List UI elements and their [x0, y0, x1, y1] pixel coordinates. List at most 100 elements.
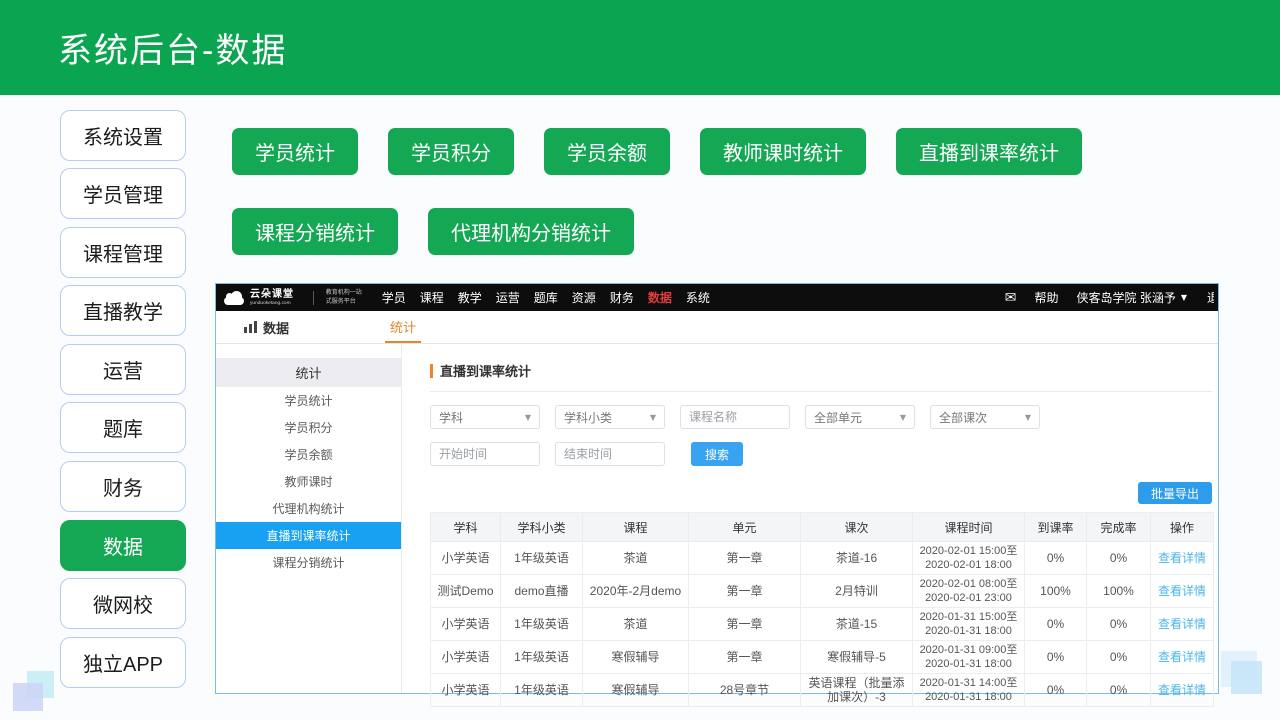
subject-subcategory-select[interactable]: 学科小类 ▼ [555, 405, 665, 429]
admin-top-nav: 云朵课堂 yunduoketang.com 教育机构一站 式服务平台 学员 课程… [216, 284, 1218, 311]
table-row: 测试Demodemo直播2020年-2月demo第一章2月特训2020-02-0… [431, 575, 1214, 608]
course-name-input[interactable] [680, 405, 790, 429]
tab-statistics[interactable]: 统计 [385, 311, 421, 343]
subject-select[interactable]: 学科 ▼ [430, 405, 540, 429]
table-cell: 茶道 [583, 542, 689, 575]
brand-tagline: 教育机构一站 式服务平台 [326, 289, 362, 305]
table-cell: 第一章 [689, 542, 801, 575]
col-course: 课程 [583, 513, 689, 542]
view-details-link[interactable]: 查看详情 [1151, 542, 1214, 575]
sidebar-item-student-management[interactable]: 学员管理 [60, 168, 186, 219]
col-course-time: 课程时间 [913, 513, 1025, 542]
table-cell: 1年级英语 [501, 674, 583, 707]
sidebar-item-system-settings[interactable]: 系统设置 [60, 110, 186, 161]
nav-teaching[interactable]: 教学 [458, 289, 482, 306]
sidebar-item-course-management[interactable]: 课程管理 [60, 227, 186, 278]
nav-finance[interactable]: 财务 [610, 289, 634, 306]
course-distribution-stats-button[interactable]: 课程分销统计 [232, 208, 398, 255]
view-details-link[interactable]: 查看详情 [1151, 674, 1214, 707]
table-header-row: 学科 学科小类 课程 单元 课次 课程时间 到课率 完成率 操作 [431, 513, 1214, 542]
sidebar-item-data[interactable]: 数据 [60, 520, 186, 571]
table-row: 小学英语1年级英语寒假辅导28号章节英语课程（批量添加课次）-32020-01-… [431, 674, 1214, 707]
stats-item-live-attendance[interactable]: 直播到课率统计 [216, 522, 401, 549]
decoration-square [1231, 661, 1262, 694]
table-cell: 寒假辅导-5 [801, 641, 913, 674]
table-cell: 2月特训 [801, 575, 913, 608]
mail-icon[interactable]: ✉ [1005, 291, 1017, 305]
student-points-button[interactable]: 学员积分 [388, 128, 514, 175]
live-attendance-stats-button[interactable]: 直播到课率统计 [896, 128, 1082, 175]
chevron-down-icon: ▼ [650, 413, 656, 422]
table-cell: 0% [1025, 542, 1087, 575]
chevron-down-icon: ▼ [525, 413, 531, 422]
table-cell: 2020-01-31 15:00至2020-01-31 18:00 [913, 608, 1025, 641]
student-stats-button[interactable]: 学员统计 [232, 128, 358, 175]
table-cell: demo直播 [501, 575, 583, 608]
sidebar-item-finance[interactable]: 财务 [60, 461, 186, 512]
nav-data[interactable]: 数据 [648, 289, 672, 306]
nav-resources[interactable]: 资源 [572, 289, 596, 306]
help-link[interactable]: 帮助 [1034, 289, 1058, 306]
table-cell: 0% [1025, 641, 1087, 674]
view-details-link[interactable]: 查看详情 [1151, 575, 1214, 608]
table-cell: 茶道 [583, 608, 689, 641]
sidebar-item-standalone-app[interactable]: 独立APP [60, 637, 186, 688]
bar-chart-icon [244, 321, 257, 333]
nav-operations[interactable]: 运营 [496, 289, 520, 306]
nav-system[interactable]: 系统 [686, 289, 710, 306]
sidebar-item-operations[interactable]: 运营 [60, 344, 186, 395]
chevron-down-icon: ▼ [1181, 293, 1187, 302]
stats-item-balance[interactable]: 学员余额 [216, 441, 401, 468]
table-cell: 0% [1087, 641, 1151, 674]
stats-item-teacher-hours[interactable]: 教师课时 [216, 468, 401, 495]
page: 系统后台-数据 系统设置 学员管理 课程管理 直播教学 运营 题库 财务 数据 … [0, 0, 1280, 720]
title-accent-bar [430, 364, 433, 378]
view-details-link[interactable]: 查看详情 [1151, 641, 1214, 674]
col-lesson: 课次 [801, 513, 913, 542]
end-time-input[interactable] [555, 442, 665, 466]
admin-content: 直播到课率统计 学科 ▼ 学科小类 ▼ 全部单元 ▼ [402, 344, 1218, 693]
table-cell: 1年级英语 [501, 641, 583, 674]
account-menu[interactable]: 侠客岛学院 张涵予 ▼ [1077, 289, 1188, 306]
table-cell: 100% [1025, 575, 1087, 608]
sidebar-item-question-bank[interactable]: 题库 [60, 402, 186, 453]
nav-question-bank[interactable]: 题库 [534, 289, 558, 306]
sidebar-item-micro-school[interactable]: 微网校 [60, 578, 186, 629]
table-cell: 0% [1025, 608, 1087, 641]
view-details-link[interactable]: 查看详情 [1151, 608, 1214, 641]
stats-item-students[interactable]: 学员统计 [216, 387, 401, 414]
nav-students[interactable]: 学员 [382, 289, 406, 306]
batch-export-button[interactable]: 批量导出 [1138, 482, 1212, 504]
quick-buttons-row-2: 课程分销统计 代理机构分销统计 [232, 208, 634, 255]
search-button[interactable]: 搜索 [691, 442, 743, 466]
agency-distribution-stats-button[interactable]: 代理机构分销统计 [428, 208, 634, 255]
start-time-input[interactable] [430, 442, 540, 466]
stats-item-points[interactable]: 学员积分 [216, 414, 401, 441]
cutoff-text: 退 [1207, 289, 1214, 306]
content-title: 直播到课率统计 [430, 361, 1212, 380]
page-title: 系统后台-数据 [58, 23, 287, 72]
chevron-down-icon: ▼ [1025, 413, 1031, 422]
decoration-square [13, 683, 43, 711]
logo-divider [313, 291, 314, 305]
col-attendance-rate: 到课率 [1025, 513, 1087, 542]
table-cell: 0% [1025, 674, 1087, 707]
col-actions: 操作 [1151, 513, 1214, 542]
stats-item-agency[interactable]: 代理机构统计 [216, 495, 401, 522]
col-unit: 单元 [689, 513, 801, 542]
filter-row-2: 搜索 [430, 442, 1212, 466]
table-cell: 1年级英语 [501, 542, 583, 575]
account-name: 侠客岛学院 张涵予 [1077, 289, 1176, 306]
stats-item-course-distribution[interactable]: 课程分销统计 [216, 549, 401, 576]
sidebar-item-live-teaching[interactable]: 直播教学 [60, 285, 186, 336]
table-cell: 0% [1087, 542, 1151, 575]
unit-select[interactable]: 全部单元 ▼ [805, 405, 915, 429]
lesson-select[interactable]: 全部课次 ▼ [930, 405, 1040, 429]
table-cell: 英语课程（批量添加课次）-3 [801, 674, 913, 707]
student-balance-button[interactable]: 学员余额 [544, 128, 670, 175]
brand-domain: yunduoketang.com [250, 300, 291, 305]
nav-courses[interactable]: 课程 [420, 289, 444, 306]
teacher-hours-stats-button[interactable]: 教师课时统计 [700, 128, 866, 175]
table-cell: 28号章节 [689, 674, 801, 707]
admin-inner-sidebar: 统计 学员统计 学员积分 学员余额 教师课时 代理机构统计 直播到课率统计 课程… [216, 344, 402, 693]
